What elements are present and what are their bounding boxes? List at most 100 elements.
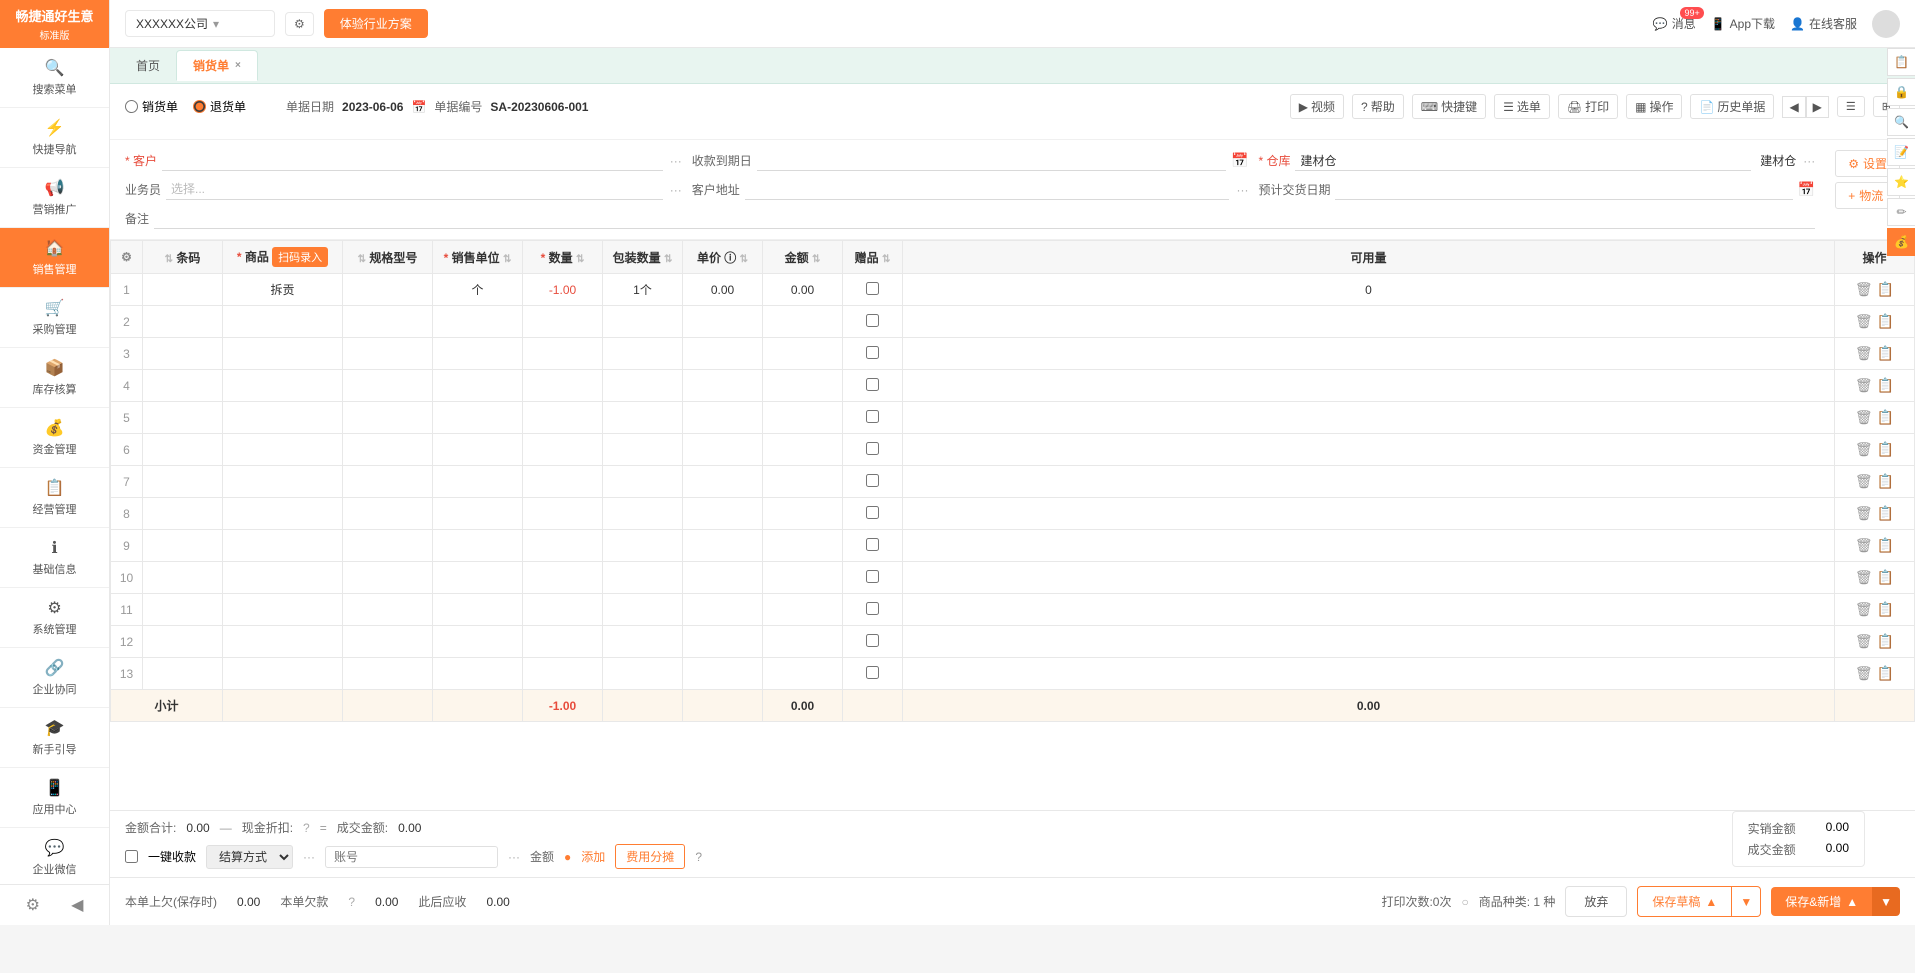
cell-qty-2[interactable] [523,338,603,370]
cell-spec-5[interactable] [343,434,433,466]
delete-icon-6[interactable]: 🗑 [1855,473,1873,490]
tab-close-icon[interactable]: × [235,60,241,71]
cell-gift-8[interactable] [843,530,903,562]
copy-icon-1[interactable]: 📋 [1877,313,1894,330]
delete-icon-8[interactable]: 🗑 [1855,537,1873,554]
one-click-payment-checkbox[interactable] [125,850,138,863]
salesperson-input[interactable] [166,179,663,200]
sidebar-collapse-icon[interactable]: ◀ [71,895,83,915]
cell-gift-2[interactable] [843,338,903,370]
radio-sales-order[interactable]: 销货单 [125,98,178,115]
cell-pkg-8[interactable] [603,530,683,562]
cell-price-3[interactable] [683,370,763,402]
gift-checkbox-10[interactable] [866,602,879,615]
sidebar-item-collab[interactable]: 🔗 企业协同 [0,648,109,708]
cell-pkg-2[interactable] [603,338,683,370]
gift-checkbox-5[interactable] [866,442,879,455]
operate-btn[interactable]: ▦ 操作 [1626,94,1682,119]
copy-icon-4[interactable]: 📋 [1877,409,1894,426]
calendar-icon[interactable]: 📅 [411,100,426,114]
copy-icon-6[interactable]: 📋 [1877,473,1894,490]
sidebar-item-search[interactable]: 🔍 搜索菜单 [0,48,109,108]
right-float-btn-5[interactable]: ⭐ [1887,168,1915,196]
cell-spec-9[interactable] [343,562,433,594]
delete-icon-0[interactable]: 🗑 [1855,281,1873,298]
cell-spec-2[interactable] [343,338,433,370]
cell-unit-11[interactable] [433,626,523,658]
cell-amount-9[interactable] [763,562,843,594]
company-select[interactable]: XXXXXX公司 ▾ [125,10,275,37]
cell-pkg-12[interactable] [603,658,683,690]
gift-checkbox-7[interactable] [866,506,879,519]
sidebar-item-basic-info[interactable]: ℹ 基础信息 [0,528,109,588]
cell-qty-7[interactable] [523,498,603,530]
cell-barcode-0[interactable] [143,274,223,306]
delete-icon-9[interactable]: 🗑 [1855,569,1873,586]
cell-price-6[interactable] [683,466,763,498]
right-float-btn-6[interactable]: ✏ [1887,198,1915,226]
cell-product-7[interactable] [223,498,343,530]
cell-unit-7[interactable] [433,498,523,530]
payment-method-select[interactable]: 结算方式 [206,845,293,869]
th-gear[interactable]: ⚙ [111,241,143,274]
expected-date-input[interactable] [1335,179,1792,200]
cell-qty-4[interactable] [523,402,603,434]
cell-barcode-3[interactable] [143,370,223,402]
copy-icon-3[interactable]: 📋 [1877,377,1894,394]
save-draft-button[interactable]: 保存草稿 ▲ [1637,886,1732,917]
copy-icon-0[interactable]: 📋 [1877,281,1894,298]
cell-amount-12[interactable] [763,658,843,690]
copy-icon-12[interactable]: 📋 [1877,665,1894,682]
sidebar-settings-icon[interactable]: ⚙ [26,895,40,915]
copy-icon-5[interactable]: 📋 [1877,441,1894,458]
account-input[interactable] [325,846,498,868]
cell-barcode-9[interactable] [143,562,223,594]
cell-product-3[interactable] [223,370,343,402]
cell-gift-6[interactable] [843,466,903,498]
cell-pkg-6[interactable] [603,466,683,498]
cell-barcode-7[interactable] [143,498,223,530]
cell-pkg-10[interactable] [603,594,683,626]
cell-pkg-0[interactable]: 1个 [603,274,683,306]
sidebar-item-wechat[interactable]: 💬 企业微信 [0,828,109,884]
discount-help-icon[interactable]: ? [303,821,310,835]
tab-home[interactable]: 首页 [120,51,176,80]
cell-price-11[interactable] [683,626,763,658]
right-float-btn-1[interactable]: 📋 [1887,48,1915,76]
cell-price-10[interactable] [683,594,763,626]
cell-amount-8[interactable] [763,530,843,562]
copy-icon-2[interactable]: 📋 [1877,345,1894,362]
cell-spec-8[interactable] [343,530,433,562]
gift-checkbox-8[interactable] [866,538,879,551]
save-new-button[interactable]: 保存&新增 ▲ [1771,887,1872,916]
cell-unit-8[interactable] [433,530,523,562]
cell-qty-0[interactable]: -1.00 [523,274,603,306]
cell-amount-3[interactable] [763,370,843,402]
cell-barcode-4[interactable] [143,402,223,434]
add-payment-icon[interactable]: ● [564,850,571,864]
cell-gift-7[interactable] [843,498,903,530]
cell-price-12[interactable] [683,658,763,690]
gift-checkbox-12[interactable] [866,666,879,679]
cell-spec-3[interactable] [343,370,433,402]
cell-qty-9[interactable] [523,562,603,594]
right-float-btn-3[interactable]: 🔍 [1887,108,1915,136]
cell-product-1[interactable] [223,306,343,338]
expected-date-calendar-icon[interactable]: 📅 [1798,181,1815,198]
cell-spec-7[interactable] [343,498,433,530]
gift-checkbox-1[interactable] [866,314,879,327]
cell-unit-2[interactable] [433,338,523,370]
delete-icon-10[interactable]: 🗑 [1855,601,1873,618]
cell-barcode-2[interactable] [143,338,223,370]
cell-pkg-9[interactable] [603,562,683,594]
cell-qty-5[interactable] [523,434,603,466]
cell-unit-3[interactable] [433,370,523,402]
app-download-button[interactable]: 📱 App下载 [1711,15,1775,32]
next-btn[interactable]: ▶ [1806,96,1829,118]
cell-qty-1[interactable] [523,306,603,338]
cell-product-12[interactable] [223,658,343,690]
cell-qty-6[interactable] [523,466,603,498]
radio-return-order[interactable]: 退货单 [193,98,246,115]
cell-spec-10[interactable] [343,594,433,626]
cell-amount-2[interactable] [763,338,843,370]
